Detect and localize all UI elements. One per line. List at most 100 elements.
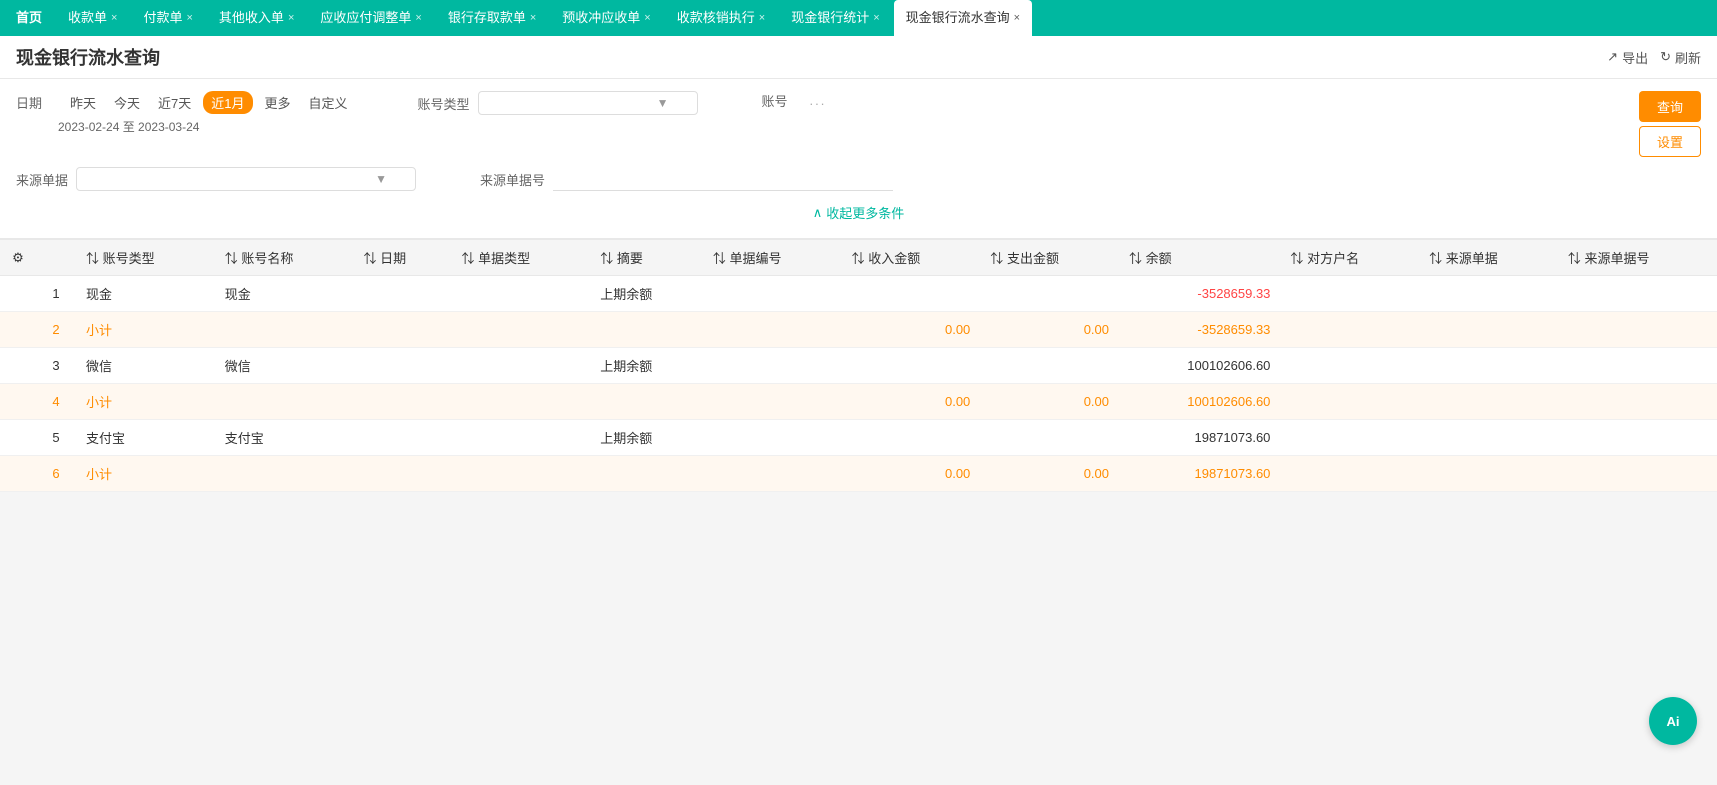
row-account-name [215, 456, 354, 492]
refresh-button[interactable]: ↻ 刷新 [1660, 48, 1701, 67]
col-income: ⇅ 收入金额 [842, 240, 981, 276]
tab-close-icon[interactable]: × [530, 0, 536, 36]
row-counterpart [1280, 348, 1419, 384]
table-row: 1 现金 现金 上期余额 -3528659.33 [0, 276, 1717, 312]
row-source-doc [1419, 276, 1558, 312]
table-row: 6 小计 0.00 0.00 19871073.60 [0, 456, 1717, 492]
row-source-doc-no [1558, 456, 1717, 492]
row-doc-type [451, 312, 590, 348]
row-expense [980, 348, 1119, 384]
nav-tab-other-income[interactable]: 其他收入单 × [207, 0, 306, 36]
tab-close-icon[interactable]: × [644, 0, 650, 36]
row-account-type: 小计 [76, 384, 215, 420]
tab-close-icon[interactable]: × [1014, 0, 1020, 36]
nav-tab-adjustment[interactable]: 应收应付调整单 × [308, 0, 433, 36]
nav-home[interactable]: 首页 [4, 0, 54, 36]
row-source-doc [1419, 420, 1558, 456]
nav-tab-prepay[interactable]: 预收冲应收单 × [550, 0, 662, 36]
chevron-down-icon: ▼ [657, 96, 669, 110]
collapse-bar[interactable]: ∧ 收起更多条件 [16, 199, 1701, 226]
tab-close-icon[interactable]: × [415, 0, 421, 36]
row-source-doc [1419, 456, 1558, 492]
col-doc-no: ⇅ 单据编号 [703, 240, 842, 276]
row-balance: -3528659.33 [1119, 312, 1280, 348]
source-doc-no-input[interactable] [553, 167, 893, 191]
row-account-type: 小计 [76, 456, 215, 492]
tab-close-icon[interactable]: × [288, 0, 294, 36]
table-row: 4 小计 0.00 0.00 100102606.60 [0, 384, 1717, 420]
tab-close-icon[interactable]: × [186, 0, 192, 36]
account-dots-button[interactable]: ... [810, 93, 827, 108]
export-button[interactable]: ↗ 导出 [1607, 48, 1648, 67]
tab-label: 收款核销执行 [677, 0, 755, 36]
row-source-doc-no [1558, 348, 1717, 384]
col-account-type: ⇅ 账号类型 [76, 240, 215, 276]
row-income: 0.00 [842, 456, 981, 492]
source-doc-select[interactable]: ▼ [76, 167, 416, 191]
ai-assistant-button[interactable]: Ai [1649, 697, 1697, 745]
row-income [842, 420, 981, 456]
row-num: 3 [36, 348, 76, 384]
row-gear-cell [0, 312, 36, 348]
nav-tab-receipts[interactable]: 收款单 × [56, 0, 129, 36]
collapse-label: 收起更多条件 [826, 203, 904, 222]
nav-tab-bank-deposit[interactable]: 银行存取款单 × [436, 0, 548, 36]
col-account-name: ⇅ 账号名称 [215, 240, 354, 276]
col-num [36, 240, 76, 276]
row-source-doc-no [1558, 384, 1717, 420]
row-gear-cell [0, 420, 36, 456]
table-header-row: ⚙ ⇅ 账号类型 ⇅ 账号名称 ⇅ 日期 ⇅ 单据类型 ⇅ 摘要 [0, 240, 1717, 276]
col-counterpart: ⇅ 对方户名 [1280, 240, 1419, 276]
table-row: 3 微信 微信 上期余额 100102606.60 [0, 348, 1717, 384]
nav-tab-verify[interactable]: 收款核销执行 × [665, 0, 777, 36]
row-doc-no [703, 276, 842, 312]
shortcut-today[interactable]: 今天 [108, 91, 146, 114]
col-balance: ⇅ 余额 [1119, 240, 1280, 276]
tab-close-icon[interactable]: × [759, 0, 765, 36]
row-expense [980, 420, 1119, 456]
row-num: 4 [36, 384, 76, 420]
row-num: 2 [36, 312, 76, 348]
col-summary: ⇅ 摘要 [590, 240, 703, 276]
row-doc-no [703, 384, 842, 420]
nav-tab-cashflow[interactable]: 现金银行流水查询 × [894, 0, 1032, 36]
shortcut-more[interactable]: 更多 [259, 91, 297, 114]
row-account-type: 现金 [76, 276, 215, 312]
gear-icon[interactable]: ⚙ [12, 250, 24, 265]
row-doc-no [703, 312, 842, 348]
row-doc-no [703, 456, 842, 492]
row-account-name [215, 312, 354, 348]
shortcut-7days[interactable]: 近7天 [152, 91, 197, 114]
tab-label: 应收应付调整单 [320, 0, 411, 36]
table-body: 1 现金 现金 上期余额 -3528659.33 2 小计 0.00 0.00 … [0, 276, 1717, 492]
row-summary [590, 312, 703, 348]
date-filter-label: 日期 [16, 93, 56, 112]
nav-tab-payments[interactable]: 付款单 × [131, 0, 204, 36]
row-doc-no [703, 420, 842, 456]
export-icon: ↗ [1607, 49, 1618, 65]
tab-close-icon[interactable]: × [873, 0, 879, 36]
row-summary [590, 456, 703, 492]
account-type-select[interactable]: ▼ [478, 91, 698, 115]
row-balance: 19871073.60 [1119, 456, 1280, 492]
cashflow-table: ⚙ ⇅ 账号类型 ⇅ 账号名称 ⇅ 日期 ⇅ 单据类型 ⇅ 摘要 [0, 239, 1717, 492]
col-expense: ⇅ 支出金额 [980, 240, 1119, 276]
settings-button[interactable]: 设置 [1639, 126, 1701, 157]
tab-label: 付款单 [143, 0, 182, 36]
filter-area: 日期 昨天 今天 近7天 近1月 更多 自定义 2023-02-24 至 202… [0, 79, 1717, 239]
tab-close-icon[interactable]: × [111, 0, 117, 36]
row-balance: 19871073.60 [1119, 420, 1280, 456]
chevron-down-icon-2: ▼ [375, 172, 387, 186]
row-income: 0.00 [842, 312, 981, 348]
refresh-icon: ↻ [1660, 49, 1671, 65]
query-button[interactable]: 查询 [1639, 91, 1701, 122]
row-account-name [215, 384, 354, 420]
shortcut-custom[interactable]: 自定义 [303, 91, 354, 114]
row-num: 1 [36, 276, 76, 312]
nav-tab-stats[interactable]: 现金银行统计 × [779, 0, 891, 36]
row-source-doc-no [1558, 420, 1717, 456]
shortcut-1month[interactable]: 近1月 [203, 91, 252, 114]
row-account-type: 支付宝 [76, 420, 215, 456]
row-balance: 100102606.60 [1119, 348, 1280, 384]
shortcut-yesterday[interactable]: 昨天 [64, 91, 102, 114]
